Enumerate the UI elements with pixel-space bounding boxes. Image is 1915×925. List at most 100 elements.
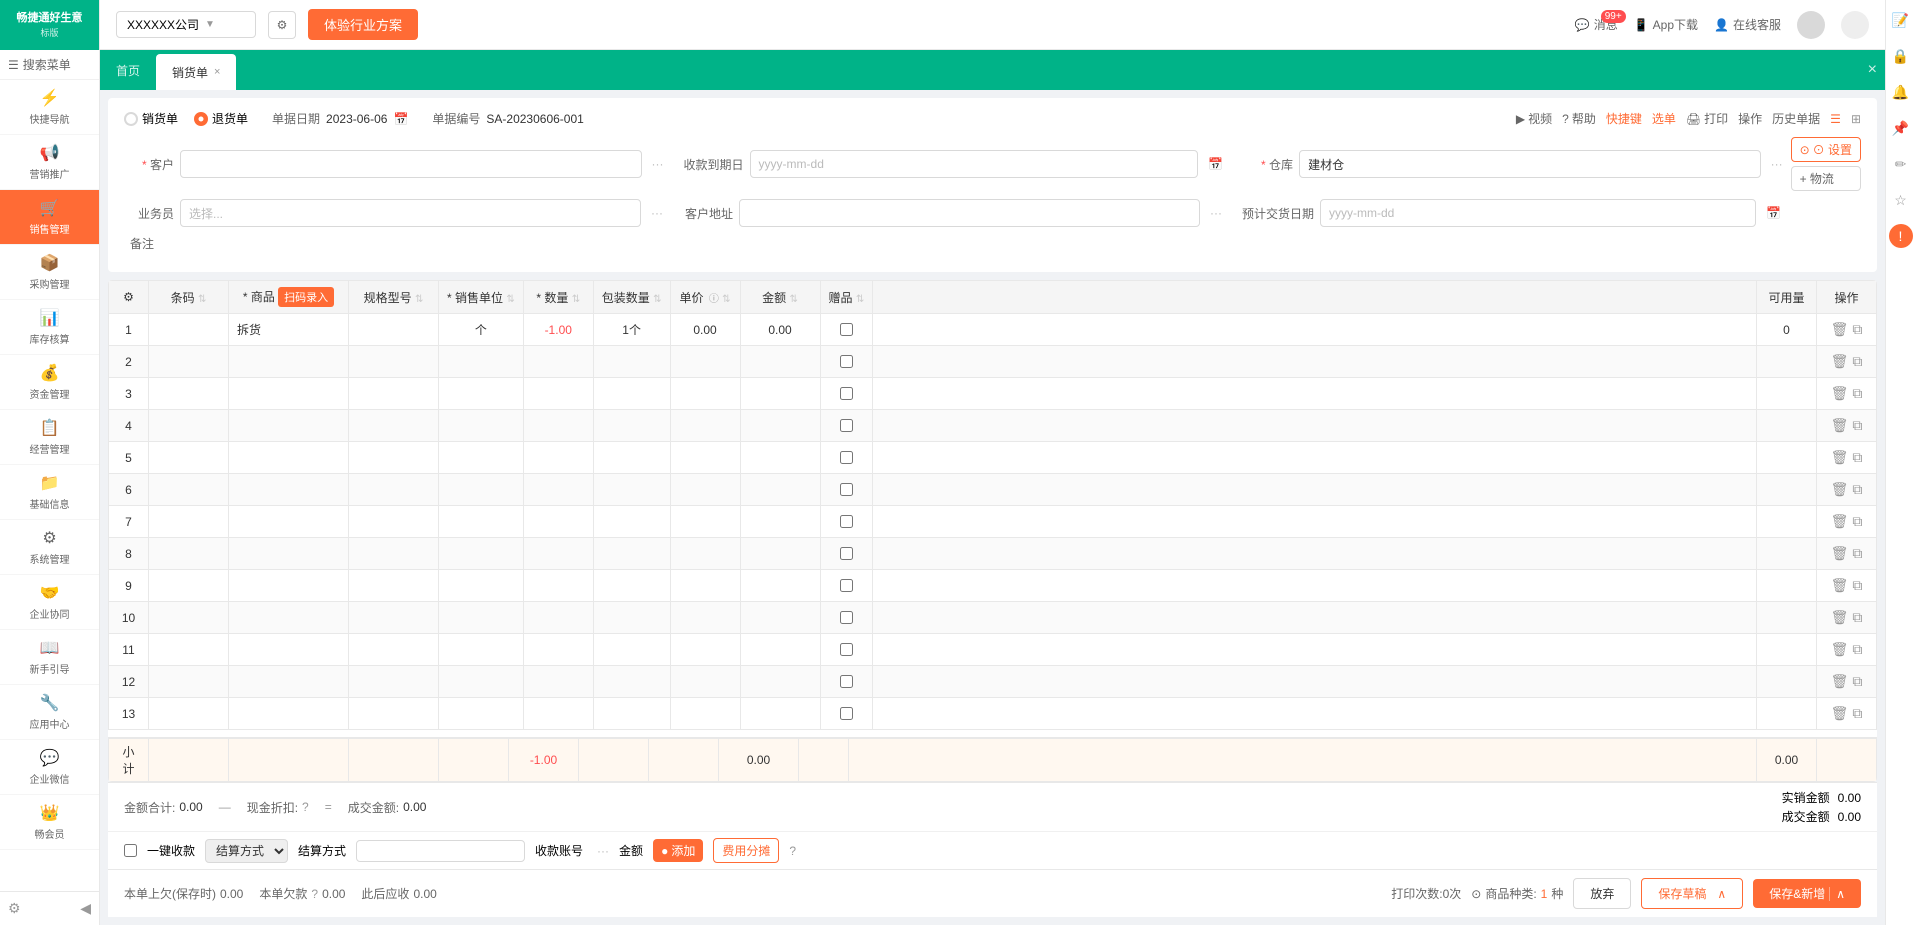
copy-icon-3[interactable]: ⧉ — [1852, 417, 1862, 434]
salesperson-input[interactable]: 选择... — [180, 199, 641, 227]
gift-checkbox-3[interactable] — [840, 419, 853, 432]
cell-pkgqty-0[interactable]: 1个 — [593, 314, 670, 346]
online-service-action[interactable]: 👤 在线客服 — [1714, 16, 1781, 33]
cell-barcode-9[interactable] — [149, 602, 229, 634]
tab-home[interactable]: 首页 — [100, 50, 156, 90]
save-new-button[interactable]: 保存&新增 ∧ — [1753, 879, 1861, 908]
app-download-action[interactable]: 📱 App下载 — [1634, 16, 1698, 33]
right-icon-lock[interactable]: 🔒 — [1889, 44, 1913, 68]
cell-qty-8[interactable] — [523, 570, 593, 602]
cell-spec-10[interactable] — [349, 634, 439, 666]
spec-sort-icon[interactable]: ⇅ — [415, 294, 423, 305]
cell-amount-6[interactable] — [740, 506, 820, 538]
gear-button[interactable]: ⚙ — [268, 11, 296, 39]
gift-checkbox-7[interactable] — [840, 547, 853, 560]
cell-gift-2[interactable] — [820, 378, 873, 410]
cell-qty-10[interactable] — [523, 634, 593, 666]
sidebar-item-8[interactable]: ⚙系统管理 — [0, 520, 99, 575]
cell-product-10[interactable] — [229, 634, 349, 666]
copy-icon-4[interactable]: ⧉ — [1852, 449, 1862, 466]
scan-button[interactable]: 扫码录入 — [278, 287, 334, 307]
cell-barcode-1[interactable] — [149, 346, 229, 378]
cell-unit-6[interactable] — [439, 506, 524, 538]
abandon-button[interactable]: 放弃 — [1573, 878, 1631, 909]
cell-price-10[interactable] — [670, 634, 740, 666]
cell-barcode-4[interactable] — [149, 442, 229, 474]
cell-pkgqty-1[interactable] — [593, 346, 670, 378]
settings-btn[interactable]: ⊙ ⊙ 设置 — [1791, 137, 1861, 162]
copy-icon-7[interactable]: ⧉ — [1852, 545, 1862, 562]
gift-checkbox-9[interactable] — [840, 611, 853, 624]
cell-barcode-12[interactable] — [149, 698, 229, 730]
cell-barcode-6[interactable] — [149, 506, 229, 538]
trial-button[interactable]: 体验行业方案 — [308, 9, 418, 40]
cell-amount-2[interactable] — [740, 378, 820, 410]
cell-barcode-10[interactable] — [149, 634, 229, 666]
gift-checkbox-5[interactable] — [840, 483, 853, 496]
cell-barcode-8[interactable] — [149, 570, 229, 602]
cell-barcode-2[interactable] — [149, 378, 229, 410]
cell-product-11[interactable] — [229, 666, 349, 698]
cell-price-6[interactable] — [670, 506, 740, 538]
account-dots[interactable]: ··· — [597, 844, 609, 858]
cell-gift-7[interactable] — [820, 538, 873, 570]
cell-spec-11[interactable] — [349, 666, 439, 698]
cell-product-4[interactable] — [229, 442, 349, 474]
copy-icon-9[interactable]: ⧉ — [1852, 609, 1862, 626]
cell-gift-0[interactable] — [820, 314, 873, 346]
history-btn[interactable]: 历史单据 — [1772, 110, 1820, 127]
message-action[interactable]: 💬 消息 99+ — [1575, 16, 1618, 33]
gift-sort-icon[interactable]: ⇅ — [856, 294, 864, 305]
cell-product-3[interactable] — [229, 410, 349, 442]
copy-icon-0[interactable]: ⧉ — [1852, 321, 1862, 338]
delete-icon-7[interactable]: 🗑 — [1831, 545, 1849, 562]
copy-icon-10[interactable]: ⧉ — [1852, 641, 1862, 658]
cell-unit-1[interactable] — [439, 346, 524, 378]
cell-pkgqty-3[interactable] — [593, 410, 670, 442]
delete-icon-8[interactable]: 🗑 — [1831, 577, 1849, 594]
cell-gift-3[interactable] — [820, 410, 873, 442]
cell-amount-9[interactable] — [740, 602, 820, 634]
cell-amount-0[interactable]: 0.00 — [740, 314, 820, 346]
cell-spec-1[interactable] — [349, 346, 439, 378]
cell-unit-10[interactable] — [439, 634, 524, 666]
gift-checkbox-1[interactable] — [840, 355, 853, 368]
cell-unit-8[interactable] — [439, 570, 524, 602]
view-toggle-list[interactable]: ☰ — [1830, 112, 1841, 126]
cell-unit-11[interactable] — [439, 666, 524, 698]
total-owed-help[interactable]: ? — [311, 887, 318, 901]
tab-close-icon[interactable]: × — [214, 66, 220, 78]
cell-price-4[interactable] — [670, 442, 740, 474]
payment-date-input[interactable]: yyyy-mm-dd — [750, 150, 1199, 178]
right-icon-bell[interactable]: 🔔 — [1889, 80, 1913, 104]
right-icon-pin[interactable]: 📌 — [1889, 116, 1913, 140]
sidebar-collapse-icon[interactable]: ◀ — [80, 900, 91, 917]
sidebar-item-2[interactable]: 🛒销售管理 — [0, 190, 99, 245]
cell-price-5[interactable] — [670, 474, 740, 506]
gift-checkbox-4[interactable] — [840, 451, 853, 464]
cell-qty-4[interactable] — [523, 442, 593, 474]
sidebar-search[interactable]: ☰ 搜索菜单 — [0, 50, 99, 80]
cell-barcode-3[interactable] — [149, 410, 229, 442]
cell-gift-6[interactable] — [820, 506, 873, 538]
sidebar-item-5[interactable]: 💰资金管理 — [0, 355, 99, 410]
sidebar-item-9[interactable]: 🤝企业协同 — [0, 575, 99, 630]
warehouse-input[interactable]: 建材仓 — [1299, 150, 1761, 178]
cell-product-2[interactable] — [229, 378, 349, 410]
delete-icon-6[interactable]: 🗑 — [1831, 513, 1849, 530]
cell-spec-6[interactable] — [349, 506, 439, 538]
copy-icon-8[interactable]: ⧉ — [1852, 577, 1862, 594]
date-value[interactable]: 2023-06-06 — [326, 112, 387, 126]
gift-checkbox-10[interactable] — [840, 643, 853, 656]
payment-date-calendar-icon[interactable]: 📅 — [1208, 157, 1223, 171]
cell-spec-0[interactable] — [349, 314, 439, 346]
price-sort-icon[interactable]: ⇅ — [722, 294, 730, 305]
cell-gift-4[interactable] — [820, 442, 873, 474]
gift-checkbox-8[interactable] — [840, 579, 853, 592]
sidebar-item-13[interactable]: 👑畅会员 — [0, 795, 99, 850]
cell-qty-11[interactable] — [523, 666, 593, 698]
unit-sort-icon[interactable]: ⇅ — [506, 294, 514, 305]
delete-icon-10[interactable]: 🗑 — [1831, 641, 1849, 658]
view-toggle-grid[interactable]: ⊞ — [1851, 112, 1861, 126]
cell-unit-0[interactable]: 个 — [439, 314, 524, 346]
